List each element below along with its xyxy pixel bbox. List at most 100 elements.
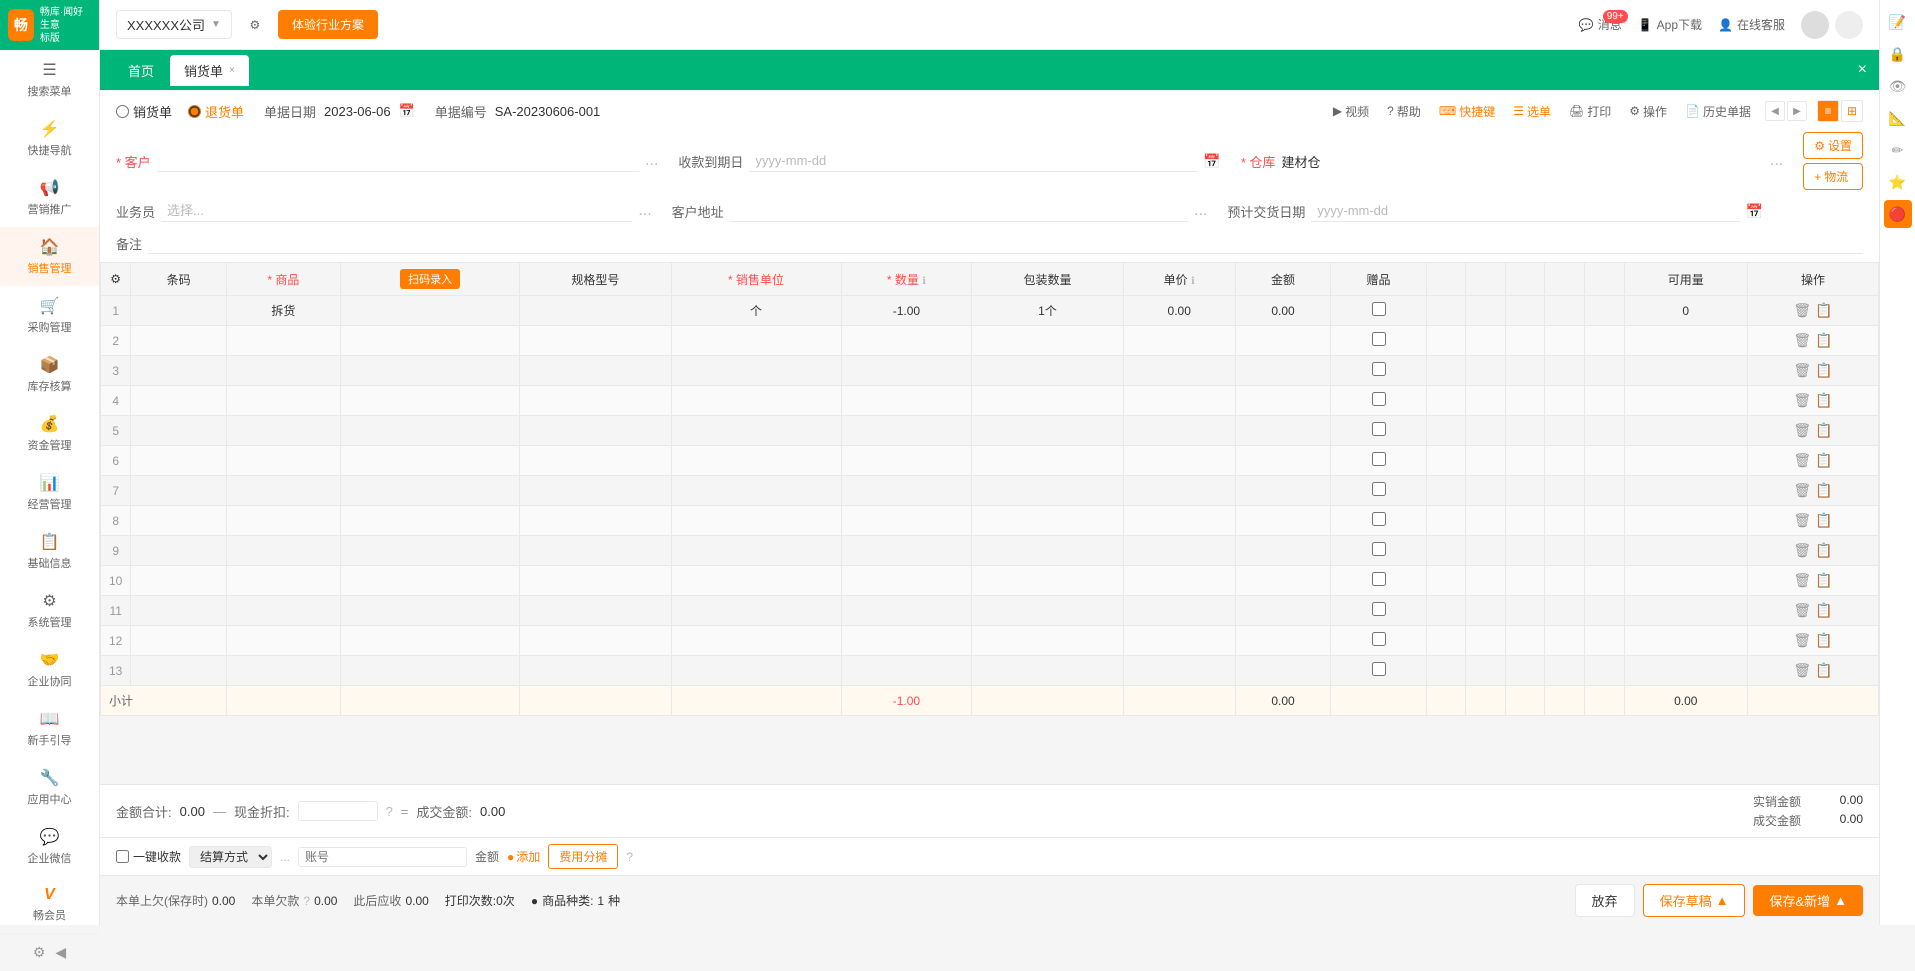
cell-gift-13[interactable] bbox=[1331, 656, 1426, 686]
sidebar-item-system[interactable]: ⚙ 系统管理 bbox=[0, 581, 99, 640]
delete-row-9[interactable]: 🗑 bbox=[1793, 542, 1811, 559]
cell-amount-10[interactable] bbox=[1235, 566, 1330, 596]
cell-unit-10[interactable] bbox=[671, 566, 841, 596]
sidebar-item-guide[interactable]: 📖 新手引导 bbox=[0, 699, 99, 758]
settings-button[interactable]: ⚙ 设置 bbox=[1803, 132, 1863, 159]
cell-product-4[interactable] bbox=[226, 386, 340, 416]
cell-pkg-5[interactable] bbox=[972, 416, 1123, 446]
cell-pkg-11[interactable] bbox=[972, 596, 1123, 626]
sidebar-item-sales[interactable]: 🏠 销售管理 bbox=[0, 227, 99, 286]
delete-row-2[interactable]: 🗑 bbox=[1793, 332, 1811, 349]
gift-checkbox-11[interactable] bbox=[1372, 602, 1386, 616]
delivery-date-input[interactable] bbox=[1311, 200, 1739, 222]
sidebar-item-search[interactable]: ☰ 搜索菜单 bbox=[0, 50, 99, 109]
gift-checkbox-1[interactable] bbox=[1372, 302, 1386, 316]
cell-pkg-2[interactable] bbox=[972, 326, 1123, 356]
cell-barcode-2[interactable] bbox=[131, 326, 226, 356]
cell-qty-3[interactable] bbox=[841, 356, 972, 386]
cell-amount-1[interactable]: 0.00 bbox=[1235, 296, 1330, 326]
view-list-button[interactable]: ≡ bbox=[1817, 100, 1839, 122]
cell-qty-13[interactable] bbox=[841, 656, 972, 686]
cell-gift-9[interactable] bbox=[1331, 536, 1426, 566]
cell-amount-12[interactable] bbox=[1235, 626, 1330, 656]
cell-product-13[interactable] bbox=[226, 656, 340, 686]
cell-qty-12[interactable] bbox=[841, 626, 972, 656]
cell-spec-5[interactable] bbox=[520, 416, 671, 446]
cell-amount-11[interactable] bbox=[1235, 596, 1330, 626]
app-download-button[interactable]: 📱 App下载 bbox=[1638, 16, 1702, 33]
cell-qty-6[interactable] bbox=[841, 446, 972, 476]
customer-input[interactable] bbox=[157, 150, 639, 172]
cell-pkg-4[interactable] bbox=[972, 386, 1123, 416]
cell-barcode-1[interactable] bbox=[131, 296, 226, 326]
sidebar-item-quick-nav[interactable]: ⚡ 快捷导航 bbox=[0, 109, 99, 168]
th-scan[interactable]: 扫码录入 bbox=[340, 263, 519, 296]
cell-gift-2[interactable] bbox=[1331, 326, 1426, 356]
cell-gift-1[interactable] bbox=[1331, 296, 1426, 326]
cell-unit-1[interactable]: 个 bbox=[671, 296, 841, 326]
cell-spec-10[interactable] bbox=[520, 566, 671, 596]
cell-spec-3[interactable] bbox=[520, 356, 671, 386]
close-all-tabs-button[interactable]: × bbox=[1858, 61, 1867, 79]
copy-row-11[interactable]: 📋 bbox=[1815, 602, 1832, 619]
cell-pkg-10[interactable] bbox=[972, 566, 1123, 596]
toolbar-help[interactable]: ? 帮助 bbox=[1383, 101, 1425, 122]
cell-barcode-9[interactable] bbox=[131, 536, 226, 566]
cell-amount-6[interactable] bbox=[1235, 446, 1330, 476]
delete-row-8[interactable]: 🗑 bbox=[1793, 512, 1811, 529]
toolbar-print[interactable]: 🖨 打印 bbox=[1565, 101, 1615, 122]
cell-qty-4[interactable] bbox=[841, 386, 972, 416]
customer-dots[interactable]: ... bbox=[645, 152, 658, 170]
collection-date-calendar-icon[interactable]: 📅 bbox=[1203, 153, 1220, 170]
right-panel-lock-btn[interactable]: 🔒 bbox=[1884, 40, 1912, 68]
delete-row-5[interactable]: 🗑 bbox=[1793, 422, 1811, 439]
cell-product-5[interactable] bbox=[226, 416, 340, 446]
cell-amount-8[interactable] bbox=[1235, 506, 1330, 536]
salesperson-input[interactable] bbox=[161, 200, 632, 222]
copy-row-9[interactable]: 📋 bbox=[1815, 542, 1832, 559]
tab-home[interactable]: 首页 bbox=[112, 53, 170, 88]
logistics-button[interactable]: + 物流 bbox=[1803, 163, 1863, 190]
copy-row-7[interactable]: 📋 bbox=[1815, 482, 1832, 499]
save-draft-button[interactable]: 保存草稿 ▲ bbox=[1643, 884, 1746, 917]
cell-price-5[interactable] bbox=[1123, 416, 1235, 446]
view-grid-button[interactable]: ⊞ bbox=[1841, 100, 1863, 122]
cell-amount-4[interactable] bbox=[1235, 386, 1330, 416]
cell-unit-13[interactable] bbox=[671, 656, 841, 686]
cell-product-9[interactable] bbox=[226, 536, 340, 566]
cell-price-3[interactable] bbox=[1123, 356, 1235, 386]
cell-qty-1[interactable]: -1.00 bbox=[841, 296, 972, 326]
cell-gift-12[interactable] bbox=[1331, 626, 1426, 656]
cell-amount-7[interactable] bbox=[1235, 476, 1330, 506]
product-type-icon[interactable]: ● bbox=[531, 894, 538, 908]
cell-pkg-9[interactable] bbox=[972, 536, 1123, 566]
copy-row-4[interactable]: 📋 bbox=[1815, 392, 1832, 409]
cell-price-8[interactable] bbox=[1123, 506, 1235, 536]
cell-spec-1[interactable] bbox=[520, 296, 671, 326]
cell-product-10[interactable] bbox=[226, 566, 340, 596]
cell-spec-13[interactable] bbox=[520, 656, 671, 686]
gift-checkbox-8[interactable] bbox=[1372, 512, 1386, 526]
topbar-settings-button[interactable]: ⚙ bbox=[240, 10, 270, 40]
cell-barcode-6[interactable] bbox=[131, 446, 226, 476]
cell-unit-12[interactable] bbox=[671, 626, 841, 656]
delete-row-7[interactable]: 🗑 bbox=[1793, 482, 1811, 499]
cell-spec-11[interactable] bbox=[520, 596, 671, 626]
cell-barcode-3[interactable] bbox=[131, 356, 226, 386]
cell-qty-9[interactable] bbox=[841, 536, 972, 566]
gift-checkbox-10[interactable] bbox=[1372, 572, 1386, 586]
sidebar-item-wechat[interactable]: 💬 企业微信 bbox=[0, 817, 99, 876]
cell-spec-4[interactable] bbox=[520, 386, 671, 416]
cell-price-4[interactable] bbox=[1123, 386, 1235, 416]
cell-product-12[interactable] bbox=[226, 626, 340, 656]
sidebar-item-apps[interactable]: 🔧 应用中心 bbox=[0, 758, 99, 817]
cell-price-7[interactable] bbox=[1123, 476, 1235, 506]
tab-sales-order[interactable]: 销货单 × bbox=[170, 55, 249, 86]
cell-barcode-11[interactable] bbox=[131, 596, 226, 626]
toolbar-operation[interactable]: ⚙ 操作 bbox=[1625, 101, 1671, 122]
copy-row-13[interactable]: 📋 bbox=[1815, 662, 1832, 679]
sidebar-item-purchase[interactable]: 🛒 采购管理 bbox=[0, 286, 99, 345]
delete-row-11[interactable]: 🗑 bbox=[1793, 602, 1811, 619]
cell-spec-12[interactable] bbox=[520, 626, 671, 656]
cell-pkg-7[interactable] bbox=[972, 476, 1123, 506]
